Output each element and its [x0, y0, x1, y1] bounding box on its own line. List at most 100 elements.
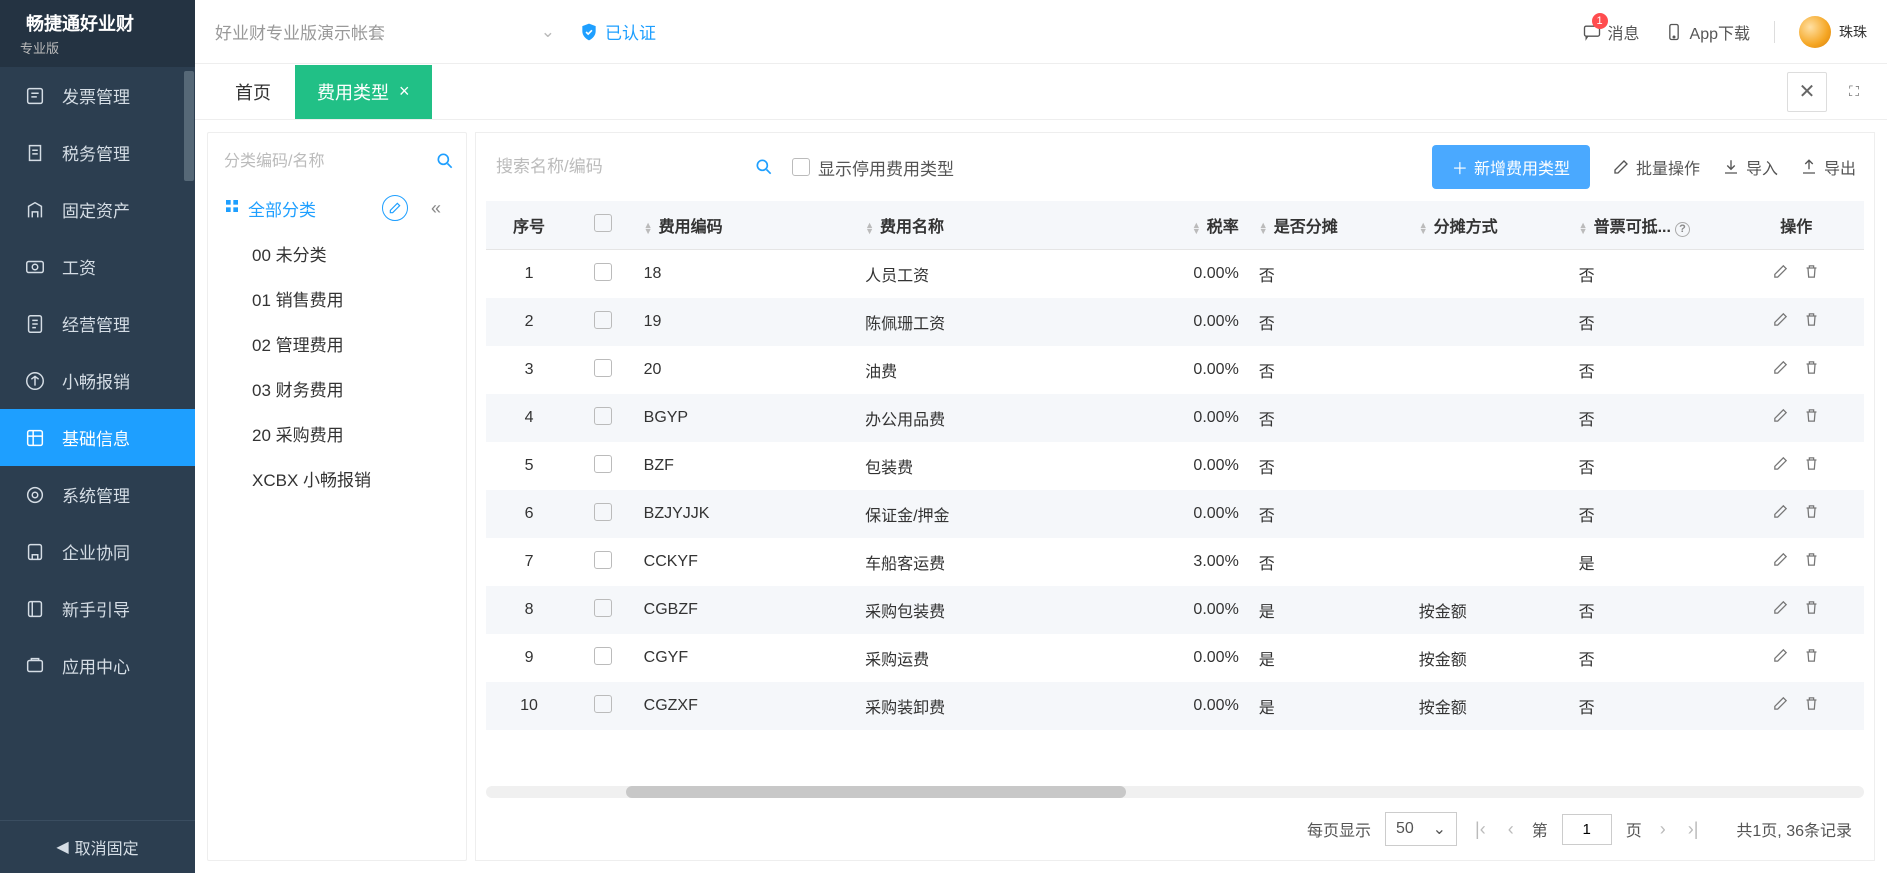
tree-item[interactable]: 20 采购费用: [208, 411, 466, 456]
tab-home[interactable]: 首页: [213, 65, 293, 119]
header-checkbox[interactable]: [572, 201, 634, 250]
header-name[interactable]: ▲▼费用名称: [855, 201, 1113, 250]
row-checkbox[interactable]: [572, 682, 634, 730]
cell-seq: 9: [486, 634, 572, 682]
header-method[interactable]: ▲▼分摊方式: [1409, 201, 1569, 250]
unpin-button[interactable]: ◀ 取消固定: [0, 820, 195, 873]
edit-row-button[interactable]: [1772, 503, 1789, 525]
delete-row-button[interactable]: [1803, 503, 1820, 525]
sidebar-item-system[interactable]: 系统管理: [0, 466, 195, 523]
row-checkbox[interactable]: [572, 298, 634, 346]
tree-item[interactable]: 01 销售费用: [208, 276, 466, 321]
last-page-button[interactable]: ›|: [1684, 817, 1703, 842]
tree-search-input[interactable]: [220, 145, 435, 179]
account-selector[interactable]: 好业财专业版演示帐套 ⌄: [215, 19, 555, 44]
table-row[interactable]: 9CGYF采购运费0.00%是按金额否: [486, 634, 1864, 682]
first-page-button[interactable]: |‹: [1471, 817, 1490, 842]
sidebar-scrollbar[interactable]: [184, 71, 194, 181]
sidebar-item-operations[interactable]: 经营管理: [0, 295, 195, 352]
table-scroll[interactable]: 序号 ▲▼费用编码 ▲▼费用名称 ▲▼税率 ▲▼是否分摊 ▲▼分摊方式 ▲▼普票…: [476, 201, 1874, 782]
row-checkbox[interactable]: [572, 250, 634, 299]
table-row[interactable]: 4BGYP办公用品费0.00%否否: [486, 394, 1864, 442]
batch-operation-button[interactable]: 批量操作: [1612, 155, 1700, 179]
table-row[interactable]: 219陈佩珊工资0.00%否否: [486, 298, 1864, 346]
table-row[interactable]: 10CGZXF采购装卸费0.00%是按金额否: [486, 682, 1864, 730]
edit-row-button[interactable]: [1772, 455, 1789, 477]
edit-categories-button[interactable]: [382, 195, 408, 221]
sidebar-item-basic[interactable]: 基础信息: [0, 409, 195, 466]
row-checkbox[interactable]: [572, 442, 634, 490]
delete-row-button[interactable]: [1803, 695, 1820, 717]
delete-row-button[interactable]: [1803, 455, 1820, 477]
sidebar-item-enterprise[interactable]: 企业协同: [0, 523, 195, 580]
header-alloc[interactable]: ▲▼是否分摊: [1249, 201, 1409, 250]
edit-row-button[interactable]: [1772, 407, 1789, 429]
sidebar-item-expense[interactable]: 小畅报销: [0, 352, 195, 409]
edit-row-button[interactable]: [1772, 551, 1789, 573]
tree-item[interactable]: 03 财务费用: [208, 366, 466, 411]
row-checkbox[interactable]: [572, 538, 634, 586]
tree-item[interactable]: 02 管理费用: [208, 321, 466, 366]
header-invoice[interactable]: ▲▼普票可抵...?: [1569, 201, 1729, 250]
header-seq[interactable]: 序号: [486, 201, 572, 250]
app-download-button[interactable]: App下载: [1664, 20, 1750, 44]
collapse-tree-button[interactable]: «: [422, 198, 450, 219]
edit-row-button[interactable]: [1772, 599, 1789, 621]
tab-expense-type[interactable]: 费用类型 ×: [295, 65, 432, 119]
delete-row-button[interactable]: [1803, 599, 1820, 621]
page-input[interactable]: [1562, 814, 1612, 845]
expand-button[interactable]: ⛶: [1839, 83, 1869, 100]
sidebar-item-apps[interactable]: 应用中心: [0, 637, 195, 694]
delete-row-button[interactable]: [1803, 551, 1820, 573]
sidebar-item-guide[interactable]: 新手引导: [0, 580, 195, 637]
export-button[interactable]: 导出: [1800, 155, 1856, 179]
delete-row-button[interactable]: [1803, 647, 1820, 669]
table-row[interactable]: 118人员工资0.00%否否: [486, 250, 1864, 299]
table-row[interactable]: 5BZF包装费0.00%否否: [486, 442, 1864, 490]
next-page-button[interactable]: ›: [1656, 817, 1670, 842]
user-menu[interactable]: 珠珠: [1799, 16, 1867, 48]
row-checkbox[interactable]: [572, 586, 634, 634]
table-row[interactable]: 6BZJYJJK保证金/押金0.00%否否: [486, 490, 1864, 538]
table-search-input[interactable]: [494, 151, 754, 183]
brand-name: 畅捷通好业财: [26, 10, 134, 36]
sidebar-item-assets[interactable]: 固定资产: [0, 181, 195, 238]
sidebar-item-tax[interactable]: 税务管理: [0, 124, 195, 181]
table-row[interactable]: 8CGBZF采购包装费0.00%是按金额否: [486, 586, 1864, 634]
help-icon[interactable]: ?: [1675, 222, 1690, 237]
show-disabled-checkbox[interactable]: 显示停用费用类型: [792, 155, 954, 180]
cell-alloc: 否: [1249, 250, 1409, 299]
search-icon[interactable]: [754, 157, 774, 177]
import-button[interactable]: 导入: [1722, 155, 1778, 179]
edit-row-button[interactable]: [1772, 695, 1789, 717]
edit-row-button[interactable]: [1772, 359, 1789, 381]
row-checkbox[interactable]: [572, 490, 634, 538]
per-page-select[interactable]: 50 ⌄: [1385, 812, 1457, 846]
edit-row-button[interactable]: [1772, 311, 1789, 333]
tree-all-categories[interactable]: 全部分类 «: [208, 185, 466, 231]
header-rate[interactable]: ▲▼税率: [1113, 201, 1248, 250]
tab-close-icon[interactable]: ×: [399, 81, 410, 102]
row-checkbox[interactable]: [572, 394, 634, 442]
sidebar-item-invoice[interactable]: 发票管理: [0, 67, 195, 124]
row-checkbox[interactable]: [572, 634, 634, 682]
delete-row-button[interactable]: [1803, 263, 1820, 285]
messages-button[interactable]: 1 消息: [1582, 20, 1640, 44]
delete-row-button[interactable]: [1803, 311, 1820, 333]
search-icon[interactable]: [435, 151, 455, 174]
table-row[interactable]: 320油费0.00%否否: [486, 346, 1864, 394]
tree-item[interactable]: XCBX 小畅报销: [208, 456, 466, 501]
tree-item[interactable]: 00 未分类: [208, 231, 466, 276]
header-code[interactable]: ▲▼费用编码: [634, 201, 855, 250]
row-checkbox[interactable]: [572, 346, 634, 394]
delete-row-button[interactable]: [1803, 359, 1820, 381]
add-expense-type-button[interactable]: ＋ 新增费用类型: [1432, 145, 1590, 189]
table-row[interactable]: 7CCKYF车船客运费3.00%否是: [486, 538, 1864, 586]
close-all-tabs-button[interactable]: ✕: [1787, 72, 1827, 112]
prev-page-button[interactable]: ‹: [1504, 817, 1518, 842]
delete-row-button[interactable]: [1803, 407, 1820, 429]
horizontal-scrollbar[interactable]: [486, 786, 1864, 798]
sidebar-item-salary[interactable]: 工资: [0, 238, 195, 295]
edit-row-button[interactable]: [1772, 647, 1789, 669]
edit-row-button[interactable]: [1772, 263, 1789, 285]
